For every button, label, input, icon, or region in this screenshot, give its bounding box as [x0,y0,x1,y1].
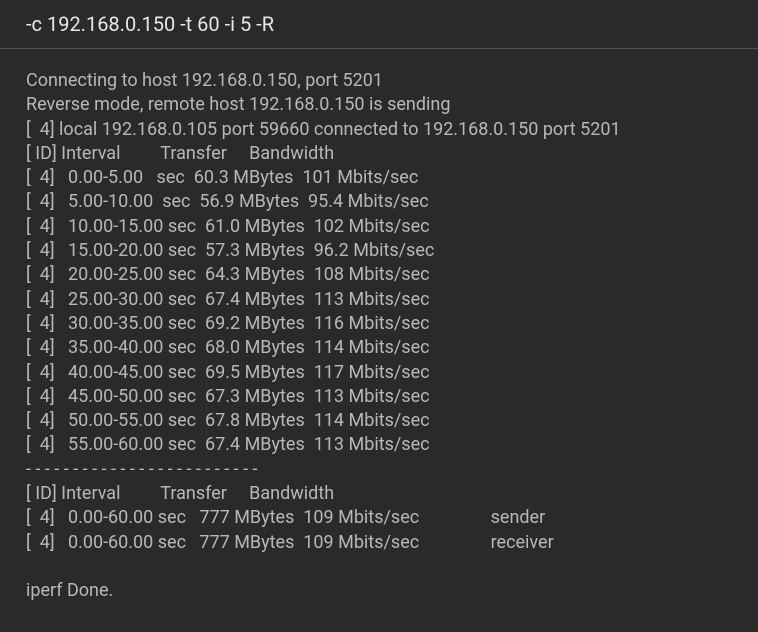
command-input[interactable]: -c 192.168.0.150 -t 60 -i 5 -R [0,0,758,49]
terminal-output: Connecting to host 192.168.0.150, port 5… [0,49,758,624]
